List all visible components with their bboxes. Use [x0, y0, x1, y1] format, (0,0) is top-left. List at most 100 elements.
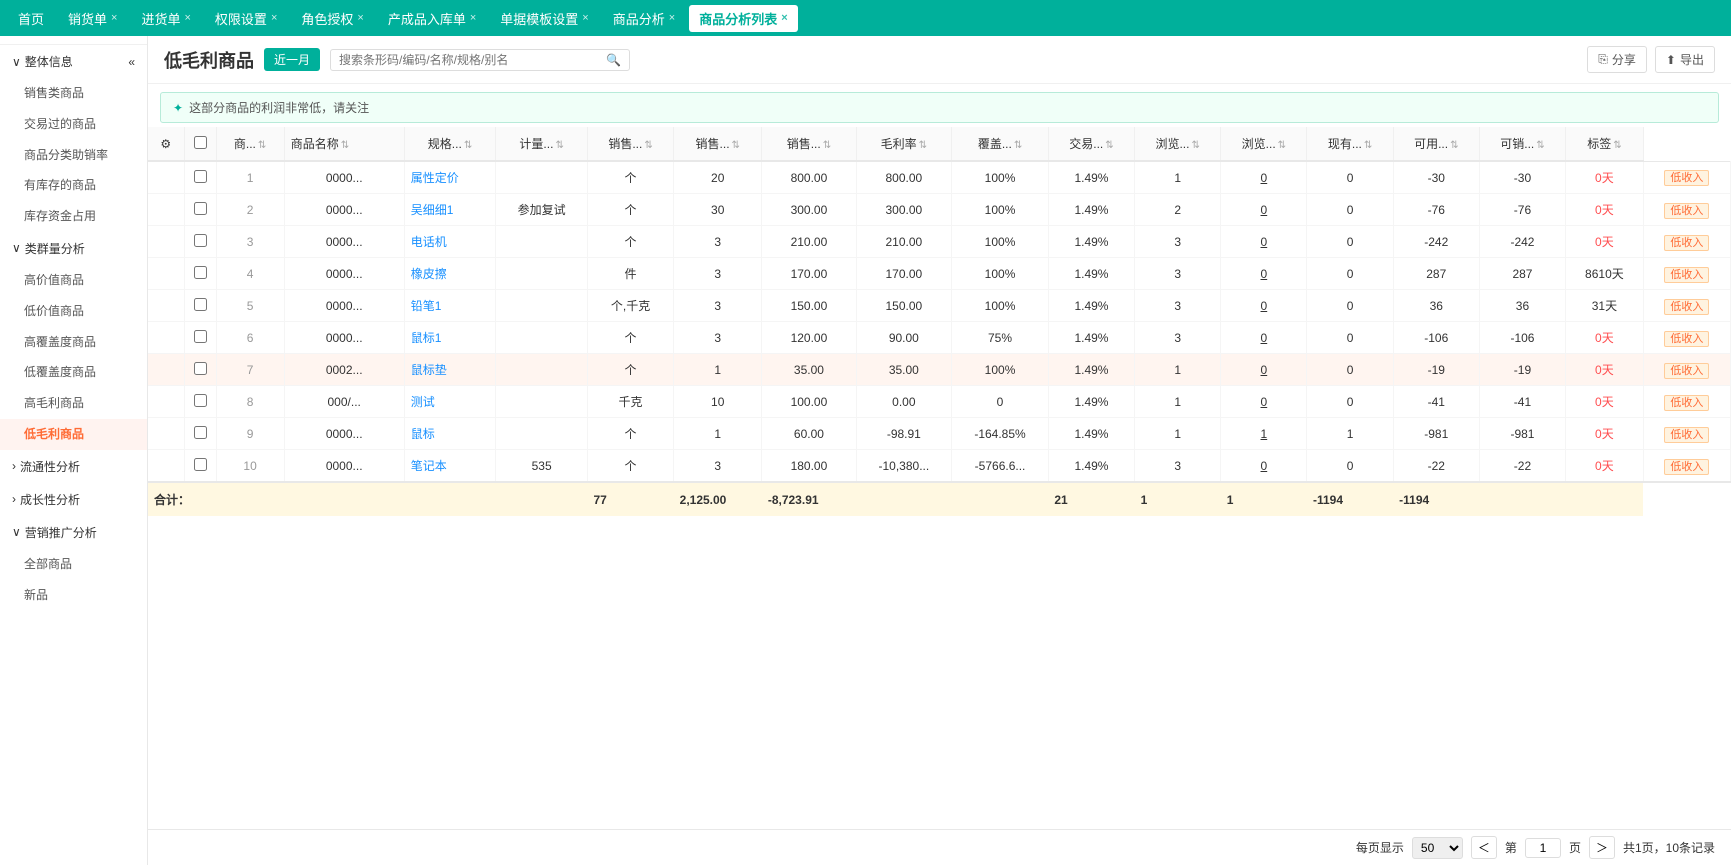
row-name[interactable]: 属性定价 [404, 161, 496, 194]
sidebar-group-growth[interactable]: › 成长性分析 [0, 483, 147, 516]
row-checkbox[interactable] [194, 202, 207, 215]
sidebar-group-overview[interactable]: ∨ 整体信息 « [0, 45, 147, 78]
checkbox-column-header[interactable] [184, 127, 216, 161]
row-checkbox[interactable] [194, 458, 207, 471]
page-input[interactable] [1525, 838, 1561, 858]
nav-product-analysis[interactable]: 商品分析 × [603, 5, 685, 32]
row-checkbox[interactable] [194, 266, 207, 279]
row-name[interactable]: 铅笔1 [404, 290, 496, 322]
nav-close-product[interactable]: × [470, 12, 476, 24]
nav-close-template[interactable]: × [582, 12, 588, 24]
sidebar-item-in-stock[interactable]: 有库存的商品 [0, 170, 147, 201]
row-tag[interactable]: 低收入 [1643, 226, 1730, 258]
settings-column-header[interactable]: ⚙ [148, 127, 184, 161]
select-all-checkbox[interactable] [194, 136, 207, 149]
sidebar-item-capital[interactable]: 库存资金占用 [0, 201, 147, 232]
row-checkbox[interactable] [194, 394, 207, 407]
nav-product-analysis-list[interactable]: 商品分析列表 × [689, 5, 797, 32]
nav-close-purchase[interactable]: × [184, 12, 190, 24]
row-tag[interactable]: 低收入 [1643, 450, 1730, 483]
nav-close-analysis[interactable]: × [669, 12, 675, 24]
tag-column-header[interactable]: 标签⇅ [1566, 127, 1644, 161]
row-checkbox-cell[interactable] [184, 354, 216, 386]
row-browse1[interactable]: 0 [1221, 386, 1307, 418]
row-browse1[interactable]: 1 [1221, 418, 1307, 450]
share-button[interactable]: ⎘ 分享 [1587, 46, 1647, 73]
row-name[interactable]: 鼠标1 [404, 322, 496, 354]
row-checkbox-cell[interactable] [184, 194, 216, 226]
row-checkbox[interactable] [194, 426, 207, 439]
nav-home[interactable]: 首页 [8, 5, 54, 32]
filter-recent-month-button[interactable]: 近一月 [264, 48, 320, 71]
collapse-sidebar-icon[interactable]: « [128, 55, 135, 69]
row-checkbox-cell[interactable] [184, 418, 216, 450]
sales-price-column-header[interactable]: 销售...⇅ [674, 127, 762, 161]
unit-column-header[interactable]: 计量...⇅ [496, 127, 588, 161]
row-name[interactable]: 鼠标垫 [404, 354, 496, 386]
row-checkbox-cell[interactable] [184, 450, 216, 483]
row-browse1[interactable]: 0 [1221, 290, 1307, 322]
nav-permissions[interactable]: 权限设置 × [205, 5, 287, 32]
nav-close-sales[interactable]: × [111, 12, 117, 24]
row-tag[interactable]: 低收入 [1643, 418, 1730, 450]
row-browse1[interactable]: 0 [1221, 354, 1307, 386]
sidebar-item-new-goods[interactable]: 新品 [0, 580, 147, 611]
search-input[interactable] [339, 53, 606, 67]
row-browse1[interactable]: 0 [1221, 194, 1307, 226]
row-tag[interactable]: 低收入 [1643, 258, 1730, 290]
sales-amount-column-header[interactable]: 销售...⇅ [762, 127, 856, 161]
row-checkbox-cell[interactable] [184, 322, 216, 354]
row-name[interactable]: 电话机 [404, 226, 496, 258]
row-checkbox-cell[interactable] [184, 386, 216, 418]
spec-column-header[interactable]: 规格...⇅ [404, 127, 496, 161]
trade-column-header[interactable]: 交易...⇅ [1048, 127, 1134, 161]
available-column-header[interactable]: 可用...⇅ [1393, 127, 1479, 161]
search-icon[interactable]: 🔍 [606, 53, 621, 67]
export-button[interactable]: ⬆ 导出 [1655, 46, 1715, 73]
sales-qty-column-header[interactable]: 销售...⇅ [587, 127, 673, 161]
prev-page-button[interactable]: ＜ [1471, 836, 1497, 859]
row-checkbox-cell[interactable] [184, 161, 216, 194]
row-browse1[interactable]: 0 [1221, 161, 1307, 194]
row-tag[interactable]: 低收入 [1643, 354, 1730, 386]
row-browse1[interactable]: 0 [1221, 258, 1307, 290]
row-name[interactable]: 鼠标 [404, 418, 496, 450]
row-name[interactable]: 测试 [404, 386, 496, 418]
row-tag[interactable]: 低收入 [1643, 290, 1730, 322]
sidebar-item-high-margin[interactable]: 高毛利商品 [0, 388, 147, 419]
browse1-column-header[interactable]: 浏览...⇅ [1135, 127, 1221, 161]
row-tag[interactable]: 低收入 [1643, 322, 1730, 354]
row-browse1[interactable]: 0 [1221, 226, 1307, 258]
current-stock-column-header[interactable]: 现有...⇅ [1307, 127, 1393, 161]
sidebar-item-sales-goods[interactable]: 销售类商品 [0, 78, 147, 109]
browse2-column-header[interactable]: 浏览...⇅ [1221, 127, 1307, 161]
row-browse1[interactable]: 0 [1221, 450, 1307, 483]
nav-close-analysis-list[interactable]: × [781, 12, 787, 24]
nav-template-settings[interactable]: 单据模板设置 × [490, 5, 598, 32]
name-column-header[interactable]: 商品名称⇅ [284, 127, 404, 161]
row-checkbox[interactable] [194, 362, 207, 375]
row-checkbox[interactable] [194, 234, 207, 247]
nav-product-entry[interactable]: 产成品入库单 × [378, 5, 486, 32]
gross-margin-column-header[interactable]: 毛利率⇅ [856, 127, 952, 161]
row-checkbox[interactable] [194, 330, 207, 343]
nav-role-auth[interactable]: 角色授权 × [291, 5, 373, 32]
sidebar-group-cluster[interactable]: ∨ 类群量分析 [0, 232, 147, 265]
nav-close-role[interactable]: × [357, 12, 363, 24]
nav-purchase-order[interactable]: 进货单 × [131, 5, 200, 32]
sidebar-group-marketing[interactable]: ∨ 营销推广分析 [0, 516, 147, 549]
nav-sales-order[interactable]: 销货单 × [58, 5, 127, 32]
coverage-column-header[interactable]: 覆盖...⇅ [952, 127, 1049, 161]
row-name[interactable]: 橡皮擦 [404, 258, 496, 290]
sidebar-item-high-value[interactable]: 高价值商品 [0, 265, 147, 296]
sidebar-item-low-margin[interactable]: 低毛利商品 [0, 419, 147, 450]
row-checkbox-cell[interactable] [184, 226, 216, 258]
row-name[interactable]: 吴细细1 [404, 194, 496, 226]
row-checkbox-cell[interactable] [184, 290, 216, 322]
sidebar-item-category-rate[interactable]: 商品分类助销率 [0, 140, 147, 171]
sidebar-item-traded-goods[interactable]: 交易过的商品 [0, 109, 147, 140]
row-browse1[interactable]: 0 [1221, 322, 1307, 354]
sidebar-item-high-coverage[interactable]: 高覆盖度商品 [0, 327, 147, 358]
sidebar-group-liquidity[interactable]: › 流通性分析 [0, 450, 147, 483]
sidebar-item-low-value[interactable]: 低价值商品 [0, 296, 147, 327]
